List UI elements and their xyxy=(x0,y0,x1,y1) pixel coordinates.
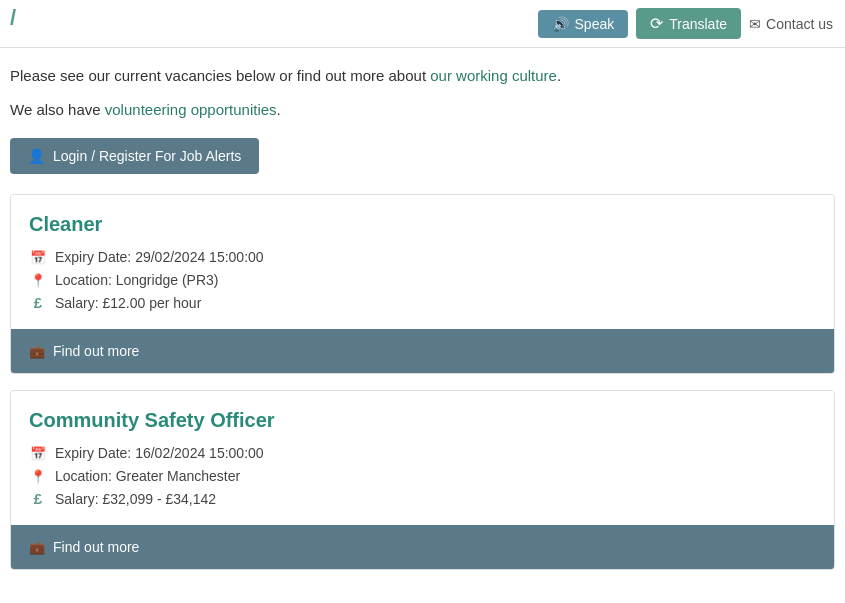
intro-text-end: . xyxy=(557,67,561,84)
job-salary: Salary: £32,099 - £34,142 xyxy=(29,490,816,507)
job-title: Community Safety Officer xyxy=(29,409,816,432)
job-meta: Expiry Date: 29/02/2024 15:00:00 Locatio… xyxy=(29,248,816,311)
logo: / xyxy=(0,0,26,36)
find-out-more-button[interactable]: Find out more xyxy=(11,525,834,569)
briefcase-icon xyxy=(29,539,45,555)
speak-label: Speak xyxy=(575,16,615,32)
translate-label: Translate xyxy=(669,16,727,32)
translate-icon xyxy=(650,14,663,33)
find-out-more-label: Find out more xyxy=(53,343,139,359)
calendar-icon xyxy=(29,248,47,265)
intro-paragraph: Please see our current vacancies below o… xyxy=(10,64,835,88)
location-text: Location: Longridge (PR3) xyxy=(55,272,218,288)
intro-text-before: Please see our current vacancies below o… xyxy=(10,67,430,84)
location-icon xyxy=(29,271,47,288)
speak-icon xyxy=(552,16,569,32)
speak-button[interactable]: Speak xyxy=(538,10,629,38)
job-expiry: Expiry Date: 29/02/2024 15:00:00 xyxy=(29,248,816,265)
job-meta: Expiry Date: 16/02/2024 15:00:00 Locatio… xyxy=(29,444,816,507)
job-card-body: Community Safety Officer Expiry Date: 16… xyxy=(11,391,834,525)
contact-label: Contact us xyxy=(766,16,833,32)
job-list: Cleaner Expiry Date: 29/02/2024 15:00:00… xyxy=(10,194,835,570)
job-alerts-button[interactable]: Login / Register For Job Alerts xyxy=(10,138,259,174)
location-text: Location: Greater Manchester xyxy=(55,468,240,484)
salary-icon xyxy=(29,294,47,311)
contact-button[interactable]: Contact us xyxy=(749,16,833,32)
location-icon xyxy=(29,467,47,484)
job-title: Cleaner xyxy=(29,213,816,236)
volunteering-paragraph: We also have volunteering opportunities. xyxy=(10,98,835,122)
briefcase-icon xyxy=(29,343,45,359)
salary-text: Salary: £12.00 per hour xyxy=(55,295,201,311)
working-culture-link[interactable]: our working culture xyxy=(430,67,557,84)
calendar-icon xyxy=(29,444,47,461)
salary-icon xyxy=(29,490,47,507)
job-location: Location: Greater Manchester xyxy=(29,467,816,484)
salary-text: Salary: £32,099 - £34,142 xyxy=(55,491,216,507)
job-salary: Salary: £12.00 per hour xyxy=(29,294,816,311)
job-expiry: Expiry Date: 16/02/2024 15:00:00 xyxy=(29,444,816,461)
job-card-body: Cleaner Expiry Date: 29/02/2024 15:00:00… xyxy=(11,195,834,329)
job-card: Community Safety Officer Expiry Date: 16… xyxy=(10,390,835,570)
main-content: Please see our current vacancies below o… xyxy=(0,48,845,602)
find-out-more-label: Find out more xyxy=(53,539,139,555)
contact-icon xyxy=(749,16,761,32)
volunteering-link[interactable]: volunteering opportunities xyxy=(105,101,277,118)
volunteering-text-before: We also have xyxy=(10,101,105,118)
translate-button[interactable]: Translate xyxy=(636,8,741,39)
job-location: Location: Longridge (PR3) xyxy=(29,271,816,288)
login-icon xyxy=(28,148,45,164)
volunteering-text-end: . xyxy=(277,101,281,118)
expiry-text: Expiry Date: 16/02/2024 15:00:00 xyxy=(55,445,264,461)
find-out-more-button[interactable]: Find out more xyxy=(11,329,834,373)
job-alerts-label: Login / Register For Job Alerts xyxy=(53,148,241,164)
top-bar: / Speak Translate Contact us xyxy=(0,0,845,48)
expiry-text: Expiry Date: 29/02/2024 15:00:00 xyxy=(55,249,264,265)
job-card: Cleaner Expiry Date: 29/02/2024 15:00:00… xyxy=(10,194,835,374)
